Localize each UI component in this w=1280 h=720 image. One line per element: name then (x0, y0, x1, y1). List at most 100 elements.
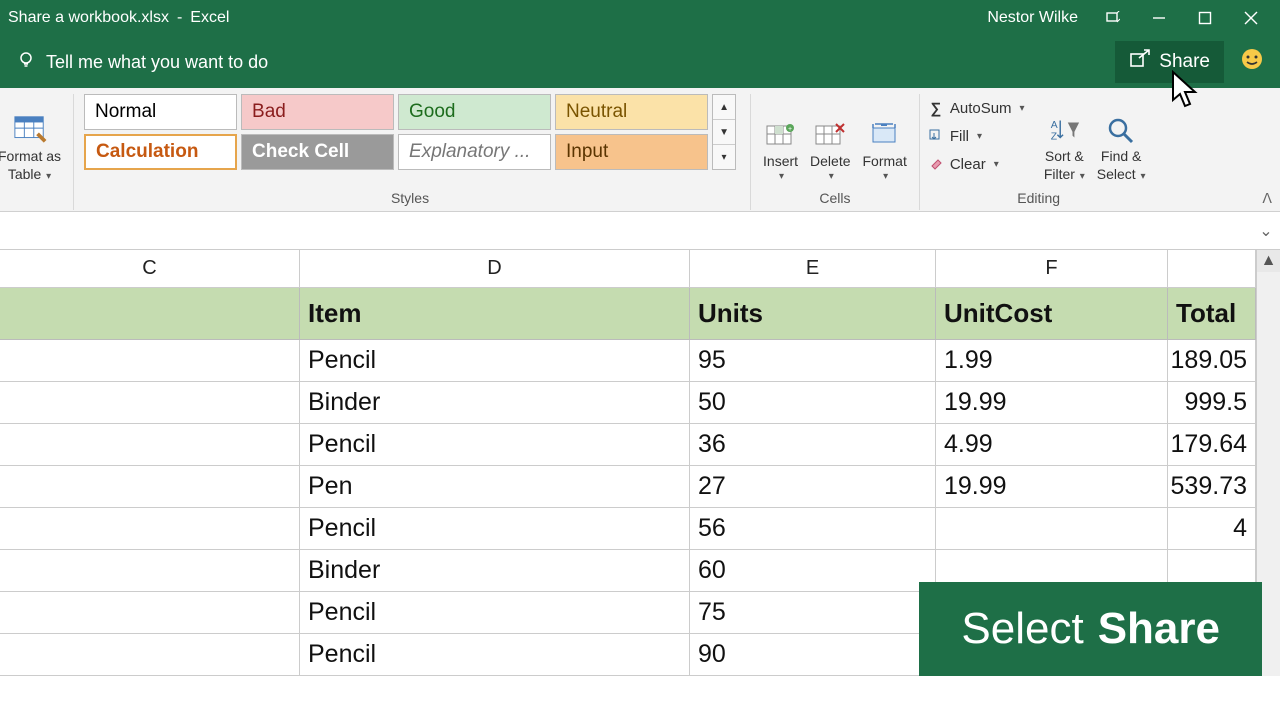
table-header-unitcost[interactable]: UnitCost (936, 288, 1168, 340)
style-neutral[interactable]: Neutral (555, 94, 708, 130)
callout-emphasis: Share (1098, 604, 1220, 654)
table-header-blank[interactable] (0, 288, 300, 340)
style-normal[interactable]: Normal (84, 94, 237, 130)
table-row: Pen2719.99539.73 (0, 466, 1280, 508)
close-button[interactable] (1230, 4, 1272, 32)
style-bad[interactable]: Bad (241, 94, 394, 130)
cell-item[interactable]: Pencil (300, 424, 690, 466)
tellme-bar: Tell me what you want to do Share (0, 36, 1280, 88)
fill-down-icon (928, 128, 944, 144)
table-header-total[interactable]: Total (1168, 288, 1256, 340)
svg-text:A: A (1051, 120, 1058, 131)
autosum-button[interactable]: ∑ AutoSum ▾ (928, 96, 1036, 120)
col-header-D[interactable]: D (300, 250, 690, 287)
cell-unitcost[interactable] (936, 508, 1168, 550)
ribbon-display-options-button[interactable] (1092, 4, 1134, 32)
cell-item[interactable]: Binder (300, 550, 690, 592)
scroll-up-button[interactable]: ▲ (1257, 250, 1280, 272)
formula-bar[interactable]: ⌄ (0, 212, 1280, 250)
cell-units[interactable]: 95 (690, 340, 936, 382)
cell-item[interactable]: Pencil (300, 340, 690, 382)
cell[interactable] (0, 508, 300, 550)
expand-formula-bar-button[interactable]: ⌄ (1252, 221, 1280, 241)
cell-item[interactable]: Binder (300, 382, 690, 424)
share-icon (1129, 48, 1151, 76)
tellme-search[interactable]: Tell me what you want to do (16, 50, 268, 75)
cell-total[interactable]: 179.64 (1168, 424, 1256, 466)
cell-units[interactable]: 27 (690, 466, 936, 508)
cell-unitcost[interactable]: 4.99 (936, 424, 1168, 466)
column-headers: C D E F (0, 250, 1280, 288)
col-header-F[interactable]: F (936, 250, 1168, 287)
cell-item[interactable]: Pencil (300, 592, 690, 634)
tellme-placeholder: Tell me what you want to do (46, 52, 268, 73)
table-header-item[interactable]: Item (300, 288, 690, 340)
collapse-ribbon-button[interactable]: ᐱ (1262, 190, 1272, 207)
table-row: Pencil56 4 (0, 508, 1280, 550)
col-header-C[interactable]: C (0, 250, 300, 287)
cell-item[interactable]: Pen (300, 466, 690, 508)
style-check-cell[interactable]: Check Cell (241, 134, 394, 170)
chevron-down-icon: ▾ (43, 171, 51, 182)
cell[interactable] (0, 382, 300, 424)
style-good[interactable]: Good (398, 94, 551, 130)
gallery-scroll: ▲ ▼ ▾ (712, 94, 736, 170)
col-header-G[interactable] (1168, 250, 1256, 287)
cell[interactable] (0, 340, 300, 382)
cell-units[interactable]: 56 (690, 508, 936, 550)
svg-text:Z: Z (1051, 132, 1058, 143)
format-cells-button[interactable]: Format ▾ (859, 94, 911, 186)
cell-total[interactable]: 189.05 (1168, 340, 1256, 382)
delete-cells-icon (813, 118, 847, 152)
format-cells-icon (868, 118, 902, 152)
bulb-icon (16, 50, 36, 75)
gallery-more[interactable]: ▾ (713, 145, 735, 169)
cell-units[interactable]: 75 (690, 592, 936, 634)
format-as-table-button[interactable]: Format as Table ▾ (0, 94, 65, 186)
cell-units[interactable]: 36 (690, 424, 936, 466)
sort-filter-button[interactable]: AZ Sort & Filter ▾ (1040, 94, 1089, 186)
callout-text: Select (961, 604, 1083, 654)
cell-item[interactable]: Pencil (300, 634, 690, 676)
cell[interactable] (0, 592, 300, 634)
cell[interactable] (0, 634, 300, 676)
cell[interactable] (0, 424, 300, 466)
cell-total[interactable]: 999.5 (1168, 382, 1256, 424)
fill-button[interactable]: Fill ▾ (928, 124, 1036, 148)
title-bar: Share a workbook.xlsx - Excel Nestor Wil… (0, 0, 1280, 36)
style-input[interactable]: Input (555, 134, 708, 170)
find-select-button[interactable]: Find & Select ▾ (1093, 94, 1150, 186)
cell-units[interactable]: 60 (690, 550, 936, 592)
cell-total[interactable]: 539.73 (1168, 466, 1256, 508)
group-label-styles: Styles (391, 188, 429, 210)
cell[interactable] (0, 550, 300, 592)
cell-unitcost[interactable]: 19.99 (936, 466, 1168, 508)
clear-button[interactable]: Clear ▾ (928, 152, 1036, 176)
cell-total[interactable]: 4 (1168, 508, 1256, 550)
group-label-cells: Cells (819, 188, 850, 210)
delete-cells-button[interactable]: Delete ▾ (806, 94, 854, 186)
feedback-smiley-icon[interactable] (1240, 47, 1264, 77)
cell-item[interactable]: Pencil (300, 508, 690, 550)
insert-cells-button[interactable]: + Insert ▾ (759, 94, 802, 186)
style-explanatory[interactable]: Explanatory ... (398, 134, 551, 170)
ribbon: nal g ▾ Format as Table ▾ Normal Bad Goo… (0, 88, 1280, 212)
chevron-down-icon: ▾ (977, 131, 982, 142)
cell-units[interactable]: 90 (690, 634, 936, 676)
table-header-units[interactable]: Units (690, 288, 936, 340)
cell-units[interactable]: 50 (690, 382, 936, 424)
share-button[interactable]: Share (1115, 41, 1224, 83)
gallery-scroll-down[interactable]: ▼ (713, 120, 735, 145)
cell-unitcost[interactable]: 1.99 (936, 340, 1168, 382)
chevron-down-icon: ▾ (1077, 171, 1085, 182)
style-calculation[interactable]: Calculation (84, 134, 237, 170)
gallery-scroll-up[interactable]: ▲ (713, 95, 735, 120)
svg-text:+: + (787, 126, 791, 133)
chevron-down-icon: ▾ (1138, 171, 1146, 182)
col-header-E[interactable]: E (690, 250, 936, 287)
cell-styles-gallery[interactable]: Normal Bad Good Neutral ▲ ▼ ▾ Calculatio… (84, 94, 736, 170)
cell-unitcost[interactable]: 19.99 (936, 382, 1168, 424)
minimize-button[interactable] (1138, 4, 1180, 32)
maximize-button[interactable] (1184, 4, 1226, 32)
cell[interactable] (0, 466, 300, 508)
